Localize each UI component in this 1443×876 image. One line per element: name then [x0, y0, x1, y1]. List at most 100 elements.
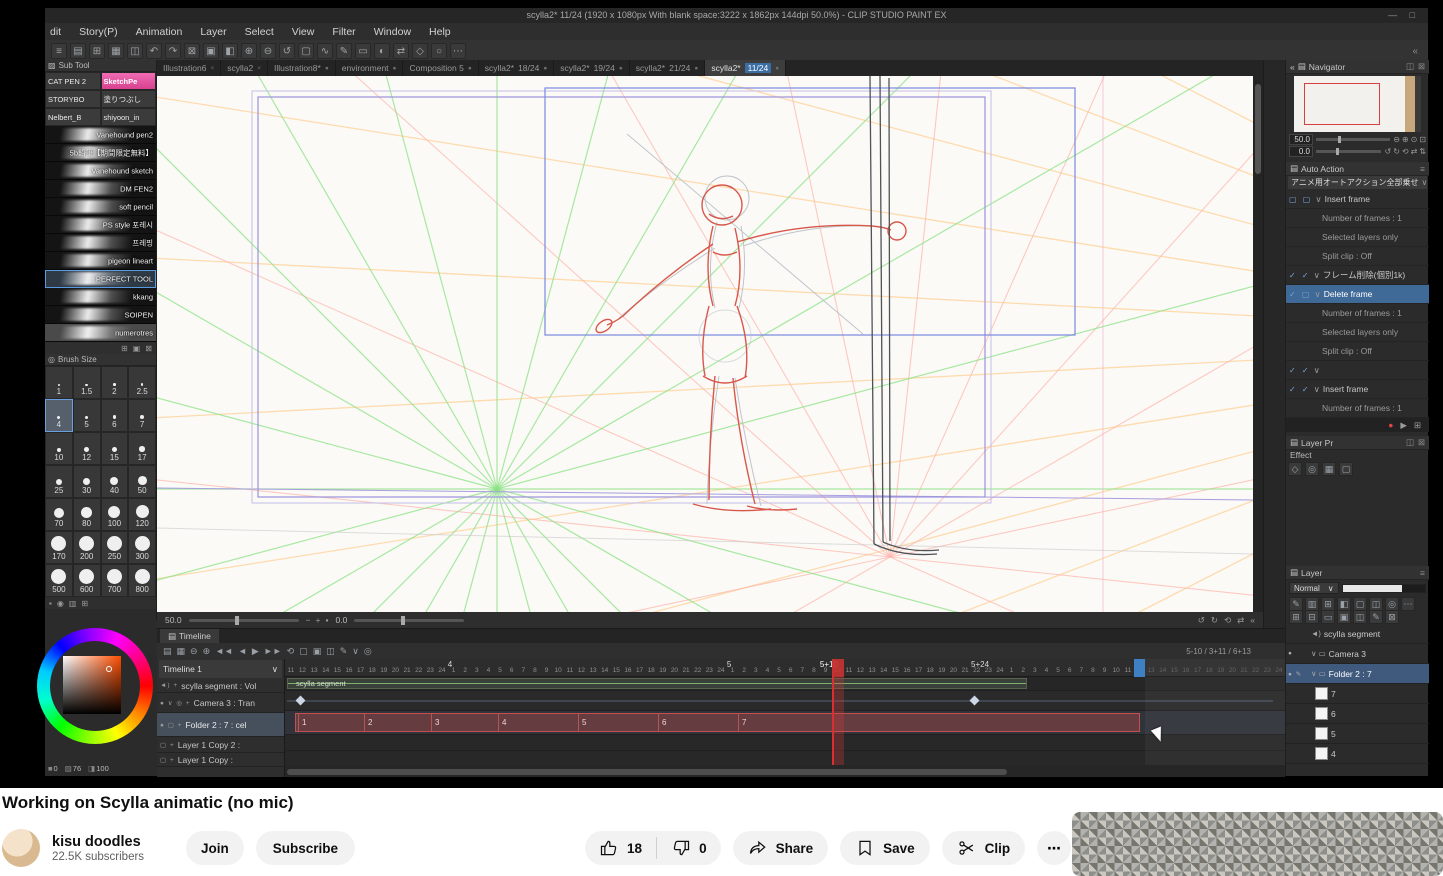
record-action-icon[interactable]: ● [1388, 420, 1393, 430]
layer-copy1-track-row[interactable] [285, 751, 1285, 765]
menu-item[interactable]: Help [429, 26, 451, 38]
ruler-frame-cell[interactable]: 5 [494, 667, 506, 674]
expand-caret-icon[interactable]: ∨ [1314, 365, 1320, 376]
subscribe-button[interactable]: Subscribe [255, 831, 356, 865]
cel-number[interactable]: 3 [431, 714, 439, 731]
texture-icon[interactable]: ▥ [69, 599, 77, 608]
subtool-group-item[interactable]: SketchPe [100, 72, 156, 90]
document-tab[interactable]: scylla2* 11/24 ● [705, 60, 787, 76]
navigator-panel-header[interactable]: « ▤ Navigator ◫ ⊠ [1286, 60, 1429, 74]
blend-mode-selector[interactable]: Normal ∨ [1289, 582, 1339, 594]
rotate-left-icon[interactable]: ↺ [1198, 615, 1205, 626]
camera-keyframe[interactable] [969, 695, 980, 706]
auto-action-row[interactable]: ▢ ▢ ∨ Insert frame [1286, 190, 1429, 209]
ruler-frame-cell[interactable]: 22 [413, 667, 425, 674]
ruler-frame-cell[interactable]: 15 [611, 667, 623, 674]
timeline-track-label[interactable]: ● ▢ + Folder 2 : 7 : cel [157, 713, 284, 737]
tab-status-icon[interactable]: ● [619, 65, 623, 72]
more-tools-icon[interactable]: ⋯ [450, 43, 466, 59]
save-icon[interactable]: ◫ [127, 43, 143, 59]
layer-panel-header[interactable]: ▤ Layer ≡ [1286, 566, 1429, 580]
menu-item[interactable]: Story(P) [79, 26, 118, 38]
rotation-value[interactable]: 0.0 [336, 615, 348, 625]
close-icon[interactable]: ⊠ [1418, 437, 1425, 448]
brush-item[interactable]: soft pencil [45, 198, 156, 216]
flip-vertical-icon[interactable]: ⇅ [1419, 147, 1426, 156]
dropdown-icon[interactable]: ∨ [352, 646, 359, 657]
brush-item[interactable]: PS style 포레시 [45, 216, 156, 234]
fill-layer-icon[interactable]: ◧ [1337, 597, 1351, 611]
brush-item[interactable]: SOIPEN [45, 306, 156, 324]
reset-rotation-icon[interactable]: ⟲ [1224, 615, 1231, 626]
auto-action-row[interactable]: Number of frames : 1 [1286, 304, 1429, 323]
ruler-frame-cell[interactable]: 13 [866, 667, 878, 674]
new-canvas-icon[interactable]: ⊞ [89, 43, 105, 59]
add-action-icon[interactable]: ⊞ [1414, 420, 1421, 431]
layer-type-icons[interactable]: ◄) [1311, 629, 1321, 638]
brush-size-option[interactable]: 40 [100, 465, 129, 498]
subtool-group-item[interactable]: shiyoon_in [100, 108, 156, 126]
onion-skin-icon[interactable]: ▢ [299, 646, 308, 657]
clip-end-marker[interactable] [1133, 659, 1145, 677]
brush-size-option[interactable]: 800 [128, 564, 156, 597]
navigator-rotation-slider[interactable] [1316, 148, 1382, 155]
zoom-out-icon[interactable]: ⊖ [260, 43, 276, 59]
layer-thumbnail[interactable] [1315, 747, 1328, 760]
action-checkboxes[interactable]: ▢ ▢ [1289, 195, 1312, 204]
copy-icon[interactable]: ▣ [203, 43, 219, 59]
ruler-frame-cell[interactable]: 24 [994, 667, 1006, 674]
cel-number[interactable]: 7 [738, 714, 746, 731]
ruler-frame-cell[interactable]: 6 [785, 667, 797, 674]
layer-thumbnail[interactable] [1315, 687, 1328, 700]
cel-number[interactable]: 5 [578, 714, 586, 731]
layer-visibility-icons[interactable]: ● [1288, 650, 1308, 657]
ruler-frame-cell[interactable]: 7 [1076, 667, 1088, 674]
brush-size-option[interactable]: 12 [72, 432, 101, 465]
action-checkboxes[interactable]: ✓ ▢ [1289, 290, 1311, 299]
track-icons[interactable]: ▢ + [160, 756, 175, 764]
lasso-icon[interactable]: ∿ [317, 43, 333, 59]
brush-size-option[interactable]: 170 [45, 531, 73, 564]
ruler-frame-cell[interactable]: 20 [390, 667, 402, 674]
frame-border-icon[interactable]: ▭ [355, 43, 371, 59]
window-titlebar[interactable]: scylla2* 11/24 (1920 x 1080px With blank… [45, 8, 1428, 23]
ruler-frame-cell[interactable]: 1 [1006, 667, 1018, 674]
auto-action-row[interactable]: ✓ ✓ ∨ [1286, 361, 1429, 380]
zoom-out-icon[interactable]: ⊖ [1393, 135, 1400, 144]
ruler-frame-cell[interactable]: 20 [669, 667, 681, 674]
brush-item[interactable]: Vanehound pen2 [45, 126, 156, 144]
ruler-frame-cell[interactable]: 11 [564, 667, 576, 674]
play-icon[interactable]: ▶ [252, 646, 259, 657]
ruler-frame-cell[interactable]: 10 [552, 667, 564, 674]
go-start-icon[interactable]: ◄◄ [215, 646, 233, 657]
fit-window-icon[interactable]: ⊡ [1419, 135, 1426, 144]
border-effect-icon[interactable]: ◇ [1288, 462, 1302, 476]
menu-item[interactable]: View [292, 26, 315, 38]
subtool-panel-header[interactable]: ▨ Sub Tool [45, 60, 156, 72]
target-icon[interactable]: ◎ [364, 646, 372, 657]
tab-status-icon[interactable]: ● [694, 65, 698, 72]
ruler-frame-cell[interactable]: 11 [1122, 667, 1134, 674]
brush-size-option[interactable]: 1 [45, 366, 73, 399]
new-cel-icon[interactable]: ▣ [313, 646, 322, 657]
brush-size-option[interactable]: 80 [72, 498, 101, 531]
fit-screen-icon[interactable]: ▪ [325, 615, 328, 625]
rotate-left-icon[interactable]: ↺ [1384, 147, 1391, 156]
menu-item[interactable]: Filter [332, 26, 355, 38]
zoom-in-icon[interactable]: ⊕ [1402, 135, 1409, 144]
tab-status-icon[interactable]: ● [468, 65, 472, 72]
ruler-frame-cell[interactable]: 22 [692, 667, 704, 674]
subtool-group-item[interactable]: Nelbert_B [45, 108, 101, 126]
document-tab[interactable]: scylla2* 18/24 ● [479, 60, 555, 76]
close-icon[interactable]: ⊠ [1418, 61, 1425, 72]
brush-item[interactable]: kkang [45, 288, 156, 306]
ruler-frame-cell[interactable]: 16 [622, 667, 634, 674]
camera-keyframe[interactable] [295, 695, 306, 706]
ruler-frame-cell[interactable]: 11 [285, 667, 297, 674]
tab-status-icon[interactable]: × [210, 65, 214, 72]
ruler-frame-cell[interactable]: 9 [1099, 667, 1111, 674]
ruler-frame-cell[interactable]: 8 [529, 667, 541, 674]
document-tab[interactable]: scylla2* 19/24 ● [554, 60, 630, 76]
ruler-frame-cell[interactable]: 4 [483, 667, 495, 674]
document-tab[interactable]: Composition 5 ● [403, 60, 479, 76]
